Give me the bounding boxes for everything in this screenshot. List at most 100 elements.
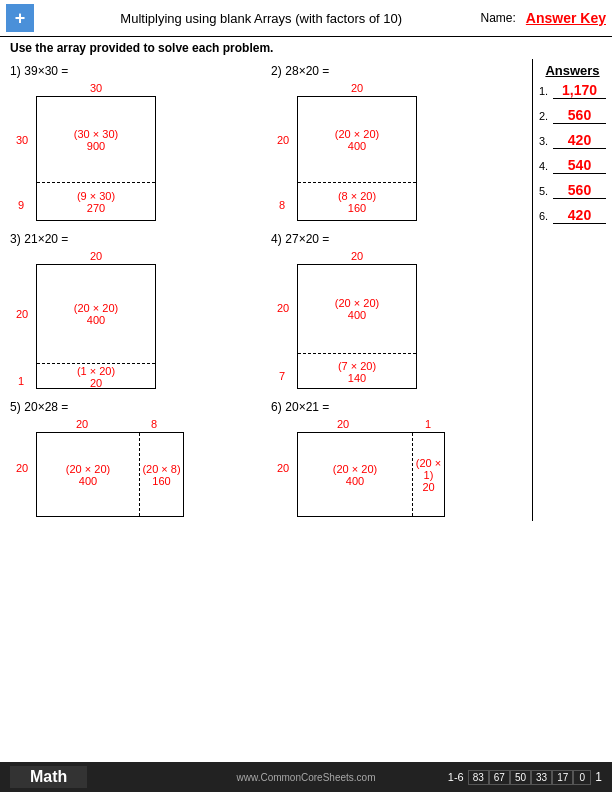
problem-4-label: 4) 27×20 =: [271, 231, 522, 246]
p2-section1-text: (20 × 20): [335, 128, 379, 140]
problem-2-label: 2) 28×20 =: [271, 63, 522, 78]
score-box: 17: [552, 770, 573, 785]
p2-array-box: (20 × 20) 400 (8 × 20) 160: [297, 96, 417, 221]
score-box: 33: [531, 770, 552, 785]
p6-section1-text: (20 × 20): [333, 463, 377, 475]
answer-num: 2.: [539, 110, 553, 122]
p1-section2-val: 270: [87, 202, 105, 214]
footer-page: 1: [595, 770, 602, 784]
p6-section2-text: (20 × 1): [413, 457, 444, 481]
footer-math-label: Math: [10, 766, 87, 788]
footer-range: 1-6: [448, 771, 464, 783]
answer-num: 3.: [539, 135, 553, 147]
p4-section2: (7 × 20) 140: [298, 354, 416, 389]
p4-top-label: 20: [351, 250, 363, 262]
p1-array-box: (30 × 30) 900 (9 × 30) 270: [36, 96, 156, 221]
problem-5: 5) 20×28 = 20 8 20 (20 × 20) 400: [10, 399, 261, 517]
p1-section1-val: 900: [87, 140, 105, 152]
p5-left-label-1: 20: [16, 462, 28, 474]
p1-top-label: 30: [90, 82, 102, 94]
p6-top-label-1: 20: [337, 418, 349, 430]
answer-num: 4.: [539, 160, 553, 172]
problem-4: 4) 27×20 = 20 20 7 (20 × 20) 400 (7 × 20…: [271, 231, 522, 389]
p3-section1-val: 400: [87, 314, 105, 326]
p6-section2: (20 × 1) 20: [413, 433, 444, 516]
answers-list: 1.1,1702.5603.4204.5405.5606.420: [539, 82, 606, 224]
p1-section2-text: (9 × 30): [77, 190, 115, 202]
problem-6-label: 6) 20×21 =: [271, 399, 522, 414]
p5-section1-val: 400: [79, 475, 97, 487]
p4-array-box: (20 × 20) 400 (7 × 20) 140: [297, 264, 417, 389]
p1-left-label-1: 30: [16, 134, 28, 146]
p5-section1-text: (20 × 20): [66, 463, 110, 475]
p4-left-label-1: 20: [277, 302, 289, 314]
problem-5-label: 5) 20×28 =: [10, 399, 261, 414]
answer-item: 5.560: [539, 182, 606, 199]
problem-2: 2) 28×20 = 20 20 8 (20 × 20) 400 (8 × 20…: [271, 63, 522, 221]
answer-val: 1,170: [553, 82, 606, 99]
p1-section1-text: (30 × 30): [74, 128, 118, 140]
page-header: + Multiplying using blank Arrays (with f…: [0, 0, 612, 37]
p5-top-label-1: 20: [76, 418, 88, 430]
answer-val: 420: [553, 132, 606, 149]
answer-num: 1.: [539, 85, 553, 97]
p3-array-box: (20 × 20) 400 (1 × 20) 20: [36, 264, 156, 389]
page-title: Multiplying using blank Arrays (with fac…: [42, 11, 481, 26]
p2-left-label-1: 20: [277, 134, 289, 146]
p6-section1-val: 400: [346, 475, 364, 487]
p4-section1-text: (20 × 20): [335, 297, 379, 309]
p5-section1: (20 × 20) 400: [37, 433, 140, 516]
p3-section2: (1 × 20) 20: [37, 364, 155, 389]
p2-section1: (20 × 20) 400: [298, 97, 416, 182]
answer-item: 6.420: [539, 207, 606, 224]
answer-item: 2.560: [539, 107, 606, 124]
p4-left-label-2: 7: [279, 370, 285, 382]
p6-top-label-2: 1: [425, 418, 431, 430]
p1-section1: (30 × 30) 900: [37, 97, 155, 182]
p6-array-box: (20 × 20) 400 (20 × 1) 20: [297, 432, 445, 517]
answer-item: 3.420: [539, 132, 606, 149]
answer-val: 560: [553, 107, 606, 124]
p5-section2-text: (20 × 8): [142, 463, 180, 475]
p1-section2: (9 × 30) 270: [37, 183, 155, 221]
p2-section2-text: (8 × 20): [338, 190, 376, 202]
score-boxes: 83675033170: [468, 770, 592, 785]
answer-item: 1.1,170: [539, 82, 606, 99]
p3-section1-text: (20 × 20): [74, 302, 118, 314]
footer-right: 1-6 83675033170 1: [448, 770, 602, 785]
answers-title: Answers: [539, 63, 606, 78]
p2-left-label-2: 8: [279, 199, 285, 211]
p3-left-label-1: 20: [16, 308, 28, 320]
p1-left-label-2: 9: [18, 199, 24, 211]
name-label: Name:: [481, 11, 516, 25]
score-box: 83: [468, 770, 489, 785]
p6-left-label-1: 20: [277, 462, 289, 474]
problem-1: 1) 39×30 = 30 30 9 (30 × 30) 900: [10, 63, 261, 221]
answer-val: 540: [553, 157, 606, 174]
p3-top-label: 20: [90, 250, 102, 262]
footer-url: www.CommonCoreSheets.com: [237, 772, 376, 783]
p3-left-label-2: 1: [18, 375, 24, 387]
p2-section2-val: 160: [348, 202, 366, 214]
answer-num: 5.: [539, 185, 553, 197]
p3-section2-val: 20: [90, 377, 102, 389]
score-box: 50: [510, 770, 531, 785]
answers-panel: Answers 1.1,1702.5603.4204.5405.5606.420: [532, 59, 612, 521]
p2-top-label: 20: [351, 82, 363, 94]
p5-section2: (20 × 8) 160: [140, 433, 183, 516]
p4-section2-val: 140: [348, 372, 366, 384]
p3-section1: (20 × 20) 400: [37, 265, 155, 363]
p6-section1: (20 × 20) 400: [298, 433, 413, 516]
p5-section2-val: 160: [152, 475, 170, 487]
score-box: 0: [573, 770, 591, 785]
answer-key-label: Answer Key: [526, 10, 606, 26]
p6-section2-val: 20: [422, 481, 434, 493]
p3-section2-text: (1 × 20): [77, 365, 115, 377]
answer-val: 420: [553, 207, 606, 224]
main-content: 1) 39×30 = 30 30 9 (30 × 30) 900: [0, 59, 612, 521]
answer-item: 4.540: [539, 157, 606, 174]
score-box: 67: [489, 770, 510, 785]
answer-num: 6.: [539, 210, 553, 222]
page-footer: Math www.CommonCoreSheets.com 1-6 836750…: [0, 762, 612, 792]
p5-top-label-2: 8: [151, 418, 157, 430]
